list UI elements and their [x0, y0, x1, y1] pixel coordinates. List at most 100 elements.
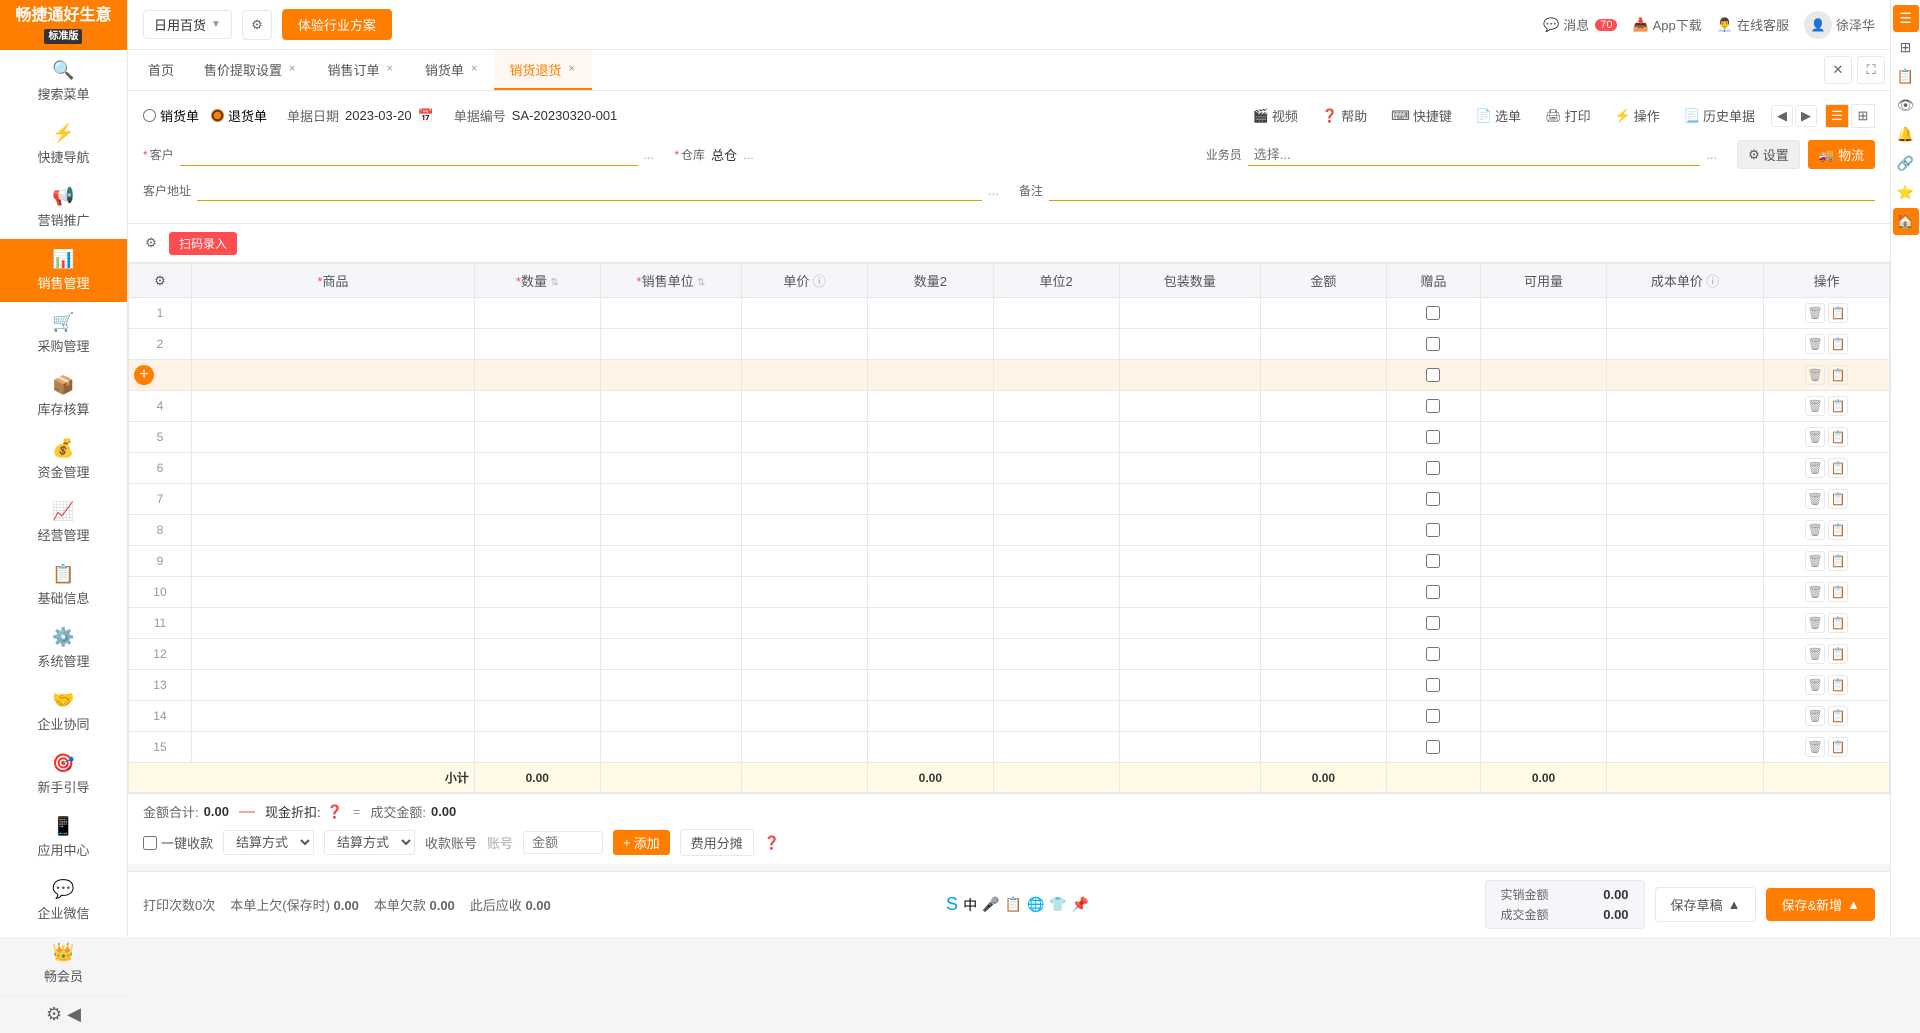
gift-checkbox[interactable] — [1426, 492, 1440, 506]
delete-row-button[interactable]: 🗑 — [1805, 520, 1825, 540]
row-gift-cell[interactable] — [1386, 670, 1480, 701]
row-qty2-cell[interactable] — [867, 515, 993, 546]
row-available-cell[interactable] — [1481, 298, 1607, 329]
tab-sales-order[interactable]: 销售订单 × — [312, 50, 409, 90]
customer-dots[interactable]: ... — [644, 147, 655, 162]
row-gift-cell[interactable] — [1386, 515, 1480, 546]
copy-row-button[interactable]: 📋 — [1828, 675, 1848, 695]
row-pkg-cell[interactable] — [1119, 515, 1261, 546]
fee-split-button[interactable]: 费用分摊 — [680, 829, 754, 856]
delete-row-button[interactable]: 🗑 — [1805, 458, 1825, 478]
row-unit2-cell[interactable] — [993, 422, 1119, 453]
row-unit-cell[interactable] — [600, 732, 742, 763]
tab-sales-return[interactable]: 销货退货 × — [494, 50, 591, 90]
row-unit2-cell[interactable] — [993, 608, 1119, 639]
row-unit2-cell[interactable] — [993, 577, 1119, 608]
row-price-cell[interactable] — [742, 298, 868, 329]
right-sidebar-btn-4[interactable]: 🔗 — [1893, 150, 1919, 177]
gift-checkbox[interactable] — [1426, 399, 1440, 413]
copy-row-button[interactable]: 📋 — [1828, 489, 1848, 509]
row-unit2-cell[interactable] — [993, 701, 1119, 732]
right-sidebar-btn-5[interactable]: ⭐ — [1893, 179, 1919, 206]
sidebar-item-search[interactable]: 🔍 搜索菜单 — [0, 50, 127, 113]
video-btn[interactable]: 🎬 视频 — [1245, 103, 1306, 128]
row-unit-cell[interactable] — [600, 670, 742, 701]
row-qty2-cell[interactable] — [867, 298, 993, 329]
row-cost-cell[interactable] — [1606, 701, 1763, 732]
row-product-cell[interactable] — [191, 608, 474, 639]
logistics-button[interactable]: 🚚 物流 — [1808, 140, 1875, 169]
gift-checkbox[interactable] — [1426, 306, 1440, 320]
row-cost-cell[interactable] — [1606, 360, 1763, 391]
row-pkg-cell[interactable] — [1119, 608, 1261, 639]
row-product-cell[interactable] — [191, 670, 474, 701]
sidebar-item-system[interactable]: ⚙️ 系统管理 — [0, 617, 127, 680]
row-product-cell[interactable] — [191, 329, 474, 360]
row-cost-cell[interactable] — [1606, 546, 1763, 577]
row-product-cell[interactable] — [191, 391, 474, 422]
row-qty-cell[interactable] — [474, 701, 600, 732]
delete-row-button[interactable]: 🗑 — [1805, 365, 1825, 385]
topbar-settings-button[interactable]: ⚙ — [242, 10, 272, 40]
row-qty-cell[interactable] — [474, 298, 600, 329]
row-amount-cell[interactable] — [1261, 515, 1387, 546]
row-available-cell[interactable] — [1481, 329, 1607, 360]
row-amount-cell[interactable] — [1261, 360, 1387, 391]
row-price-cell[interactable] — [742, 453, 868, 484]
row-qty-cell[interactable] — [474, 639, 600, 670]
one-click-collect-checkbox[interactable]: 一键收款 — [143, 833, 213, 852]
row-amount-cell[interactable] — [1261, 639, 1387, 670]
sidebar-item-app-center[interactable]: 📱 应用中心 — [0, 806, 127, 869]
industry-dropdown[interactable]: 日用百货 ▼ — [143, 10, 232, 39]
row-qty2-cell[interactable] — [867, 546, 993, 577]
gift-checkbox[interactable] — [1426, 430, 1440, 444]
scan-button[interactable]: 扫码录入 — [169, 232, 237, 255]
row-available-cell[interactable] — [1481, 701, 1607, 732]
grid-view-button[interactable]: ⊞ — [1851, 104, 1875, 128]
row-gift-cell[interactable] — [1386, 391, 1480, 422]
row-price-cell[interactable] — [742, 608, 868, 639]
delete-row-button[interactable]: 🗑 — [1805, 551, 1825, 571]
row-amount-cell[interactable] — [1261, 391, 1387, 422]
row-product-cell[interactable] — [191, 453, 474, 484]
row-product-cell[interactable] — [191, 422, 474, 453]
row-unit-cell[interactable] — [600, 422, 742, 453]
row-qty-cell[interactable] — [474, 360, 600, 391]
tab-sales-delivery-close[interactable]: × — [469, 63, 479, 75]
row-amount-cell[interactable] — [1261, 329, 1387, 360]
sidebar-item-inventory[interactable]: 📦 库存核算 — [0, 365, 127, 428]
row-pkg-cell[interactable] — [1119, 732, 1261, 763]
row-amount-cell[interactable] — [1261, 546, 1387, 577]
row-qty2-cell[interactable] — [867, 484, 993, 515]
note-input[interactable] — [1049, 179, 1875, 201]
row-pkg-cell[interactable] — [1119, 360, 1261, 391]
online-service-button[interactable]: 👨‍💼 在线客服 — [1717, 15, 1789, 34]
sidebar-item-member[interactable]: 👑 畅会员 — [0, 932, 127, 995]
copy-row-button[interactable]: 📋 — [1828, 427, 1848, 447]
copy-row-button[interactable]: 📋 — [1828, 365, 1848, 385]
calc-method-select[interactable]: 结算方式 — [324, 830, 415, 855]
tab-expand-button[interactable]: ⛶ — [1857, 56, 1885, 84]
row-unit2-cell[interactable] — [993, 732, 1119, 763]
row-unit2-cell[interactable] — [993, 360, 1119, 391]
tab-sales-order-close[interactable]: × — [384, 63, 394, 75]
sidebar-collapse-icon[interactable]: ◀ — [67, 1004, 81, 1025]
sidebar-item-corp[interactable]: 🤝 企业协同 — [0, 680, 127, 743]
row-gift-cell[interactable] — [1386, 608, 1480, 639]
tab-home[interactable]: 首页 — [133, 50, 189, 90]
row-unit2-cell[interactable] — [993, 329, 1119, 360]
right-sidebar-grid-view[interactable]: ⊞ — [1893, 34, 1919, 61]
row-unit-cell[interactable] — [600, 360, 742, 391]
user-profile-button[interactable]: 👤 徐泽华 — [1804, 11, 1875, 39]
row-unit2-cell[interactable] — [993, 515, 1119, 546]
sidebar-item-finance[interactable]: 💰 资金管理 — [0, 428, 127, 491]
row-unit2-cell[interactable] — [993, 453, 1119, 484]
save-new-button[interactable]: 保存&新增 ▲ — [1766, 888, 1875, 921]
row-amount-cell[interactable] — [1261, 422, 1387, 453]
sidebar-item-sales[interactable]: 📊 销售管理 — [0, 239, 127, 302]
row-unit2-cell[interactable] — [993, 546, 1119, 577]
row-qty2-cell[interactable] — [867, 391, 993, 422]
row-available-cell[interactable] — [1481, 453, 1607, 484]
operations-btn[interactable]: ⚡ 操作 — [1607, 103, 1668, 128]
row-unit-cell[interactable] — [600, 484, 742, 515]
